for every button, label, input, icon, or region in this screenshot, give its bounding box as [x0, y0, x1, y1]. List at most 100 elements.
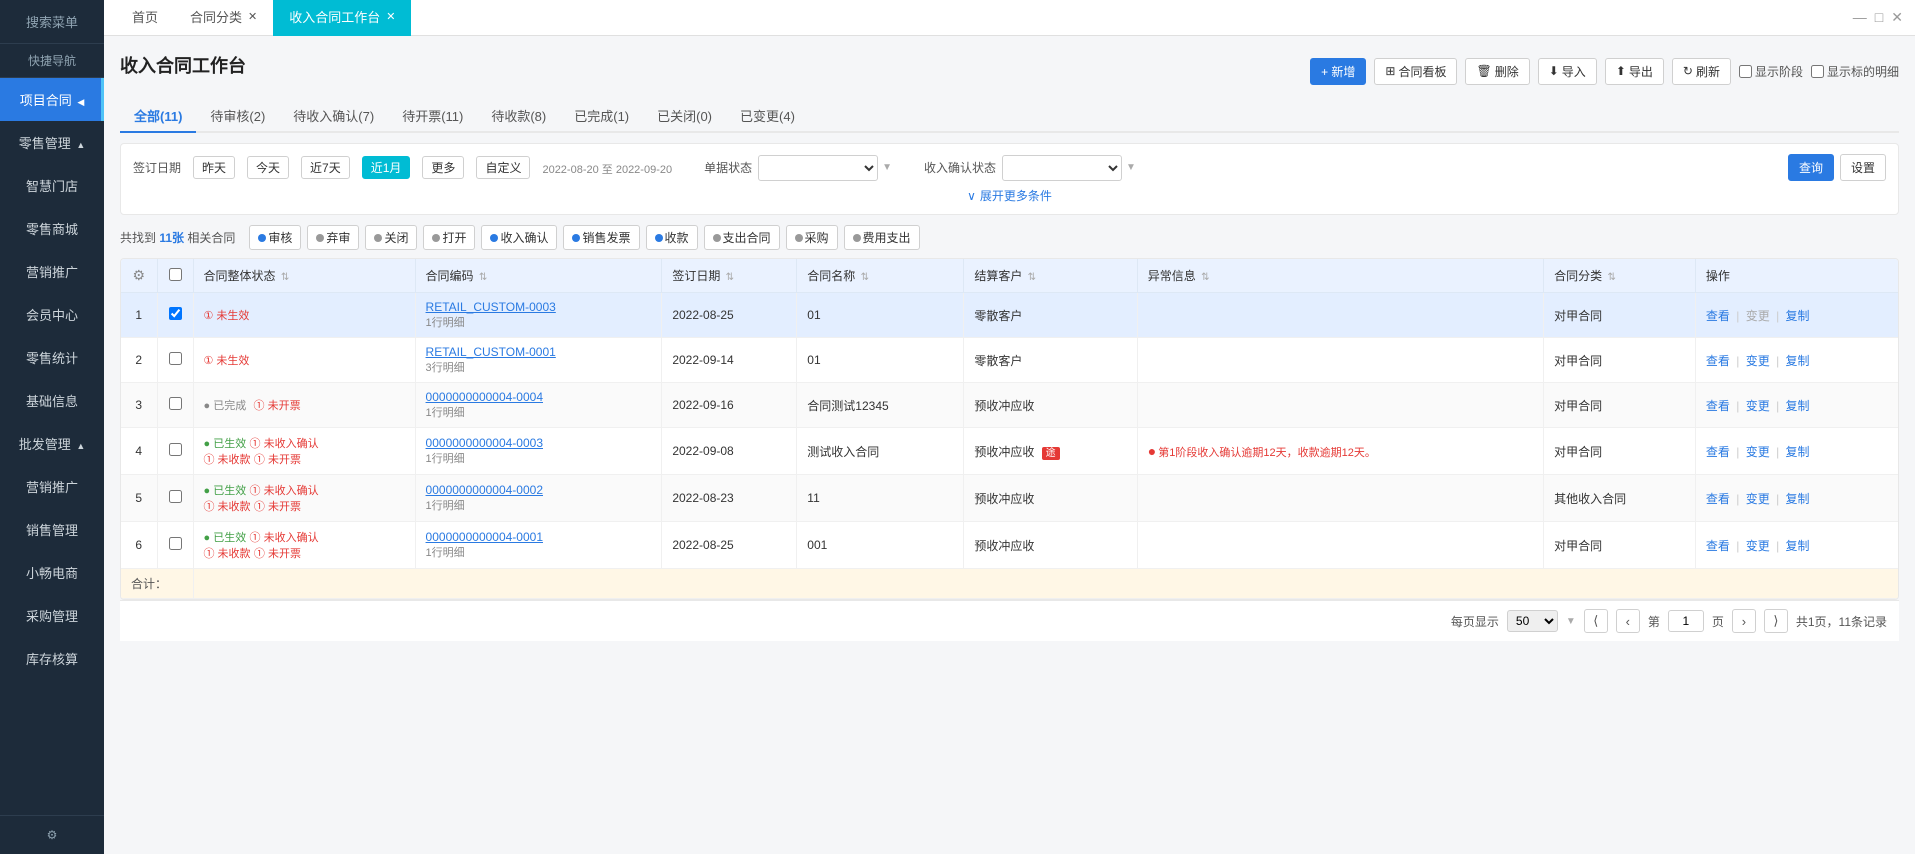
- op-change[interactable]: 变更: [1746, 445, 1770, 459]
- sidebar-item-project[interactable]: 项目合同 ◀: [0, 78, 104, 121]
- sort-date[interactable]: ⇅: [726, 272, 734, 283]
- sidebar-nav[interactable]: 快捷导航: [0, 44, 104, 78]
- tab-income-workbench[interactable]: 收入合同工作台 ✕: [273, 0, 411, 36]
- op-change[interactable]: 变更: [1746, 354, 1770, 368]
- sidebar-item-smart-store[interactable]: 智慧门店: [0, 164, 104, 207]
- action-cost-out[interactable]: 费用支出: [844, 225, 920, 250]
- filter-yesterday[interactable]: 昨天: [193, 156, 235, 179]
- contract-code-link[interactable]: RETAIL_CUSTOM-0001: [426, 345, 556, 359]
- col-checkbox[interactable]: [157, 259, 193, 293]
- expand-more-btn[interactable]: ∨ 展开更多条件: [133, 187, 1886, 204]
- action-close[interactable]: 关闭: [365, 225, 417, 250]
- show-phase-label[interactable]: 显示阶段: [1739, 63, 1803, 80]
- tab-home[interactable]: 首页: [116, 0, 174, 36]
- last-page-btn[interactable]: ⟩: [1764, 609, 1788, 633]
- close-tab-contract-category[interactable]: ✕: [248, 10, 257, 23]
- sidebar-settings[interactable]: ⚙: [0, 815, 104, 854]
- action-sales-invoice[interactable]: 销售发票: [563, 225, 639, 250]
- delete-button[interactable]: 🗑 删除: [1465, 58, 1529, 85]
- op-view[interactable]: 查看: [1706, 539, 1730, 553]
- op-change[interactable]: 变更: [1746, 492, 1770, 506]
- sidebar-item-marketing[interactable]: 营销推广: [0, 250, 104, 293]
- action-abandon[interactable]: 弃审: [307, 225, 359, 250]
- row-select[interactable]: [169, 352, 182, 365]
- row-select[interactable]: [169, 537, 182, 550]
- maximize-icon[interactable]: □: [1875, 9, 1883, 26]
- sidebar-item-sales-mgmt[interactable]: 销售管理: [0, 508, 104, 551]
- op-view[interactable]: 查看: [1706, 354, 1730, 368]
- export-button[interactable]: ⬆ 导出: [1605, 58, 1664, 85]
- close-icon[interactable]: ✕: [1891, 9, 1903, 26]
- doc-status-select[interactable]: [758, 155, 878, 181]
- row-checkbox[interactable]: [157, 475, 193, 522]
- op-view[interactable]: 查看: [1706, 492, 1730, 506]
- op-change[interactable]: 变更: [1746, 539, 1770, 553]
- filter-tab-closed[interactable]: 已关闭(0): [643, 100, 726, 133]
- filter-custom[interactable]: 自定义: [476, 156, 530, 179]
- op-view[interactable]: 查看: [1706, 309, 1730, 323]
- filter-tab-pending-review[interactable]: 待审核(2): [196, 100, 279, 133]
- filter-today[interactable]: 今天: [247, 156, 289, 179]
- sidebar-item-inventory[interactable]: 库存核算: [0, 637, 104, 680]
- sidebar-item-xiaochang[interactable]: 小畅电商: [0, 551, 104, 594]
- import-button[interactable]: ⬇ 导入: [1538, 58, 1597, 85]
- action-open[interactable]: 打开: [423, 225, 475, 250]
- page-input[interactable]: [1668, 610, 1704, 632]
- action-income-confirm[interactable]: 收入确认: [481, 225, 557, 250]
- sidebar-item-basic-info[interactable]: 基础信息: [0, 379, 104, 422]
- action-audit[interactable]: 审核: [249, 225, 301, 250]
- op-view[interactable]: 查看: [1706, 445, 1730, 459]
- sidebar-item-wholesale-mgmt[interactable]: 批发管理 ▲: [0, 422, 104, 465]
- row-select[interactable]: [169, 397, 182, 410]
- op-view[interactable]: 查看: [1706, 399, 1730, 413]
- sort-category[interactable]: ⇅: [1607, 272, 1615, 283]
- row-select[interactable]: [169, 443, 182, 456]
- op-change[interactable]: 变更: [1746, 399, 1770, 413]
- income-confirm-select[interactable]: [1002, 155, 1122, 181]
- filter-more[interactable]: 更多: [422, 156, 464, 179]
- op-copy[interactable]: 复制: [1786, 445, 1810, 459]
- show-phase-checkbox[interactable]: [1739, 65, 1752, 78]
- action-expense-out[interactable]: 支出合同: [704, 225, 780, 250]
- prev-page-btn[interactable]: ‹: [1616, 609, 1640, 633]
- filter-tab-pending-payment[interactable]: 待收款(8): [477, 100, 560, 133]
- refresh-button[interactable]: ↻ 刷新: [1672, 58, 1731, 85]
- filter-tab-changed[interactable]: 已变更(4): [726, 100, 809, 133]
- sidebar-item-retail-mgmt[interactable]: 零售管理 ▲: [0, 121, 104, 164]
- action-payment[interactable]: 收款: [646, 225, 698, 250]
- first-page-btn[interactable]: ⟨: [1584, 609, 1608, 633]
- sort-status[interactable]: ⇅: [281, 272, 289, 283]
- contract-code-link[interactable]: 0000000000004-0003: [426, 436, 543, 450]
- minimize-icon[interactable]: —: [1853, 9, 1867, 26]
- row-checkbox[interactable]: [157, 428, 193, 475]
- sort-name[interactable]: ⇅: [861, 272, 869, 283]
- op-copy[interactable]: 复制: [1786, 354, 1810, 368]
- contract-code-link[interactable]: 0000000000004-0001: [426, 530, 543, 544]
- view-board-button[interactable]: ⊞ 合同看板: [1374, 58, 1457, 85]
- filter-tab-completed[interactable]: 已完成(1): [560, 100, 643, 133]
- column-settings-icon[interactable]: ⚙: [132, 267, 145, 283]
- filter-tab-pending-income[interactable]: 待收入确认(7): [279, 100, 388, 133]
- sort-code[interactable]: ⇅: [479, 272, 487, 283]
- select-all-checkbox[interactable]: [169, 268, 182, 281]
- sidebar-item-retail-mall[interactable]: 零售商城: [0, 207, 104, 250]
- next-page-btn[interactable]: ›: [1732, 609, 1756, 633]
- op-copy[interactable]: 复制: [1786, 399, 1810, 413]
- contract-code-link[interactable]: 0000000000004-0002: [426, 483, 543, 497]
- row-checkbox[interactable]: [157, 522, 193, 569]
- filter-last7[interactable]: 近7天: [301, 156, 350, 179]
- op-copy[interactable]: 复制: [1786, 492, 1810, 506]
- close-tab-income-workbench[interactable]: ✕: [386, 10, 395, 23]
- show-detail-checkbox[interactable]: [1811, 65, 1824, 78]
- filter-last1month[interactable]: 近1月: [362, 156, 411, 179]
- show-detail-label[interactable]: 显示标的明细: [1811, 63, 1899, 80]
- query-button[interactable]: 查询: [1788, 154, 1834, 181]
- sort-error[interactable]: ⇅: [1201, 272, 1209, 283]
- filter-tab-all[interactable]: 全部(11): [120, 100, 196, 133]
- contract-code-link[interactable]: 0000000000004-0004: [426, 390, 543, 404]
- sidebar-search[interactable]: 搜索菜单: [0, 0, 104, 44]
- row-select[interactable]: [169, 490, 182, 503]
- per-page-select[interactable]: 10 20 50 100: [1507, 610, 1558, 632]
- sidebar-item-member[interactable]: 会员中心: [0, 293, 104, 336]
- op-copy[interactable]: 复制: [1786, 539, 1810, 553]
